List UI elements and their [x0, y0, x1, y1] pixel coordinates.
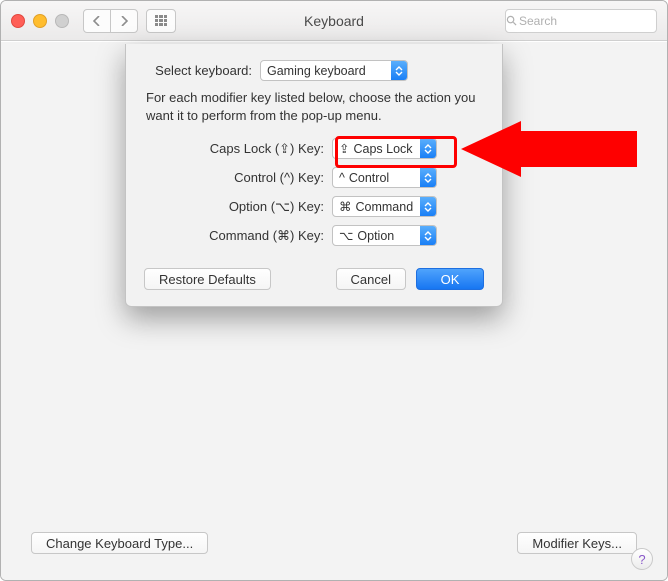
close-button[interactable] — [11, 14, 25, 28]
command-label: Command (⌘) Key: — [144, 228, 324, 244]
select-keyboard-popup[interactable]: Gaming keyboard — [260, 60, 408, 81]
capslock-value: Caps Lock — [353, 142, 412, 156]
capslock-popup[interactable]: ⇪ Caps Lock — [332, 138, 437, 159]
popup-arrows-icon — [420, 226, 436, 245]
pane-footer: Change Keyboard Type... Modifier Keys... — [31, 532, 637, 554]
popup-arrows-icon — [420, 197, 436, 216]
cancel-button[interactable]: Cancel — [336, 268, 406, 290]
control-popup[interactable]: ^ Control — [332, 167, 437, 188]
capslock-symbol-icon: ⇪ — [339, 141, 349, 156]
command-value: Option — [357, 229, 394, 243]
control-symbol-icon: ^ — [339, 171, 345, 185]
command-symbol-icon: ⌥ — [339, 228, 353, 243]
option-value: Command — [356, 200, 414, 214]
help-button[interactable]: ? — [631, 548, 653, 570]
minimize-button[interactable] — [33, 14, 47, 28]
search-icon — [506, 15, 517, 26]
back-button[interactable] — [84, 10, 110, 32]
control-label: Control (^) Key: — [144, 170, 324, 185]
restore-defaults-button[interactable]: Restore Defaults — [144, 268, 271, 290]
select-keyboard-label: Select keyboard: — [144, 63, 252, 78]
window-controls — [11, 14, 69, 28]
search-input[interactable] — [517, 13, 668, 29]
option-popup[interactable]: ⌘ Command — [332, 196, 437, 217]
control-value: Control — [349, 171, 389, 185]
forward-button[interactable] — [110, 10, 137, 32]
popup-arrows-icon — [391, 61, 407, 80]
modifier-keys-sheet: Select keyboard: Gaming keyboard For eac… — [125, 44, 503, 307]
select-keyboard-value: Gaming keyboard — [261, 64, 372, 78]
titlebar: Keyboard — [1, 1, 667, 41]
capslock-label: Caps Lock (⇪) Key: — [144, 141, 324, 157]
modifier-keys-button[interactable]: Modifier Keys... — [517, 532, 637, 554]
show-all-button[interactable] — [146, 9, 176, 33]
zoom-button[interactable] — [55, 14, 69, 28]
popup-arrows-icon — [420, 139, 436, 158]
sheet-description: For each modifier key listed below, choo… — [146, 89, 482, 124]
option-symbol-icon: ⌘ — [339, 199, 352, 214]
grid-icon — [155, 15, 167, 27]
popup-arrows-icon — [420, 168, 436, 187]
nav-back-forward — [83, 9, 138, 33]
change-keyboard-type-button[interactable]: Change Keyboard Type... — [31, 532, 208, 554]
pane-body: Select keyboard: Gaming keyboard For eac… — [1, 42, 667, 580]
ok-button[interactable]: OK — [416, 268, 484, 290]
search-field[interactable] — [505, 9, 657, 33]
system-preferences-window: Keyboard Select keyboard: Gaming keyboar… — [0, 0, 668, 581]
command-popup[interactable]: ⌥ Option — [332, 225, 437, 246]
option-label: Option (⌥) Key: — [144, 199, 324, 215]
